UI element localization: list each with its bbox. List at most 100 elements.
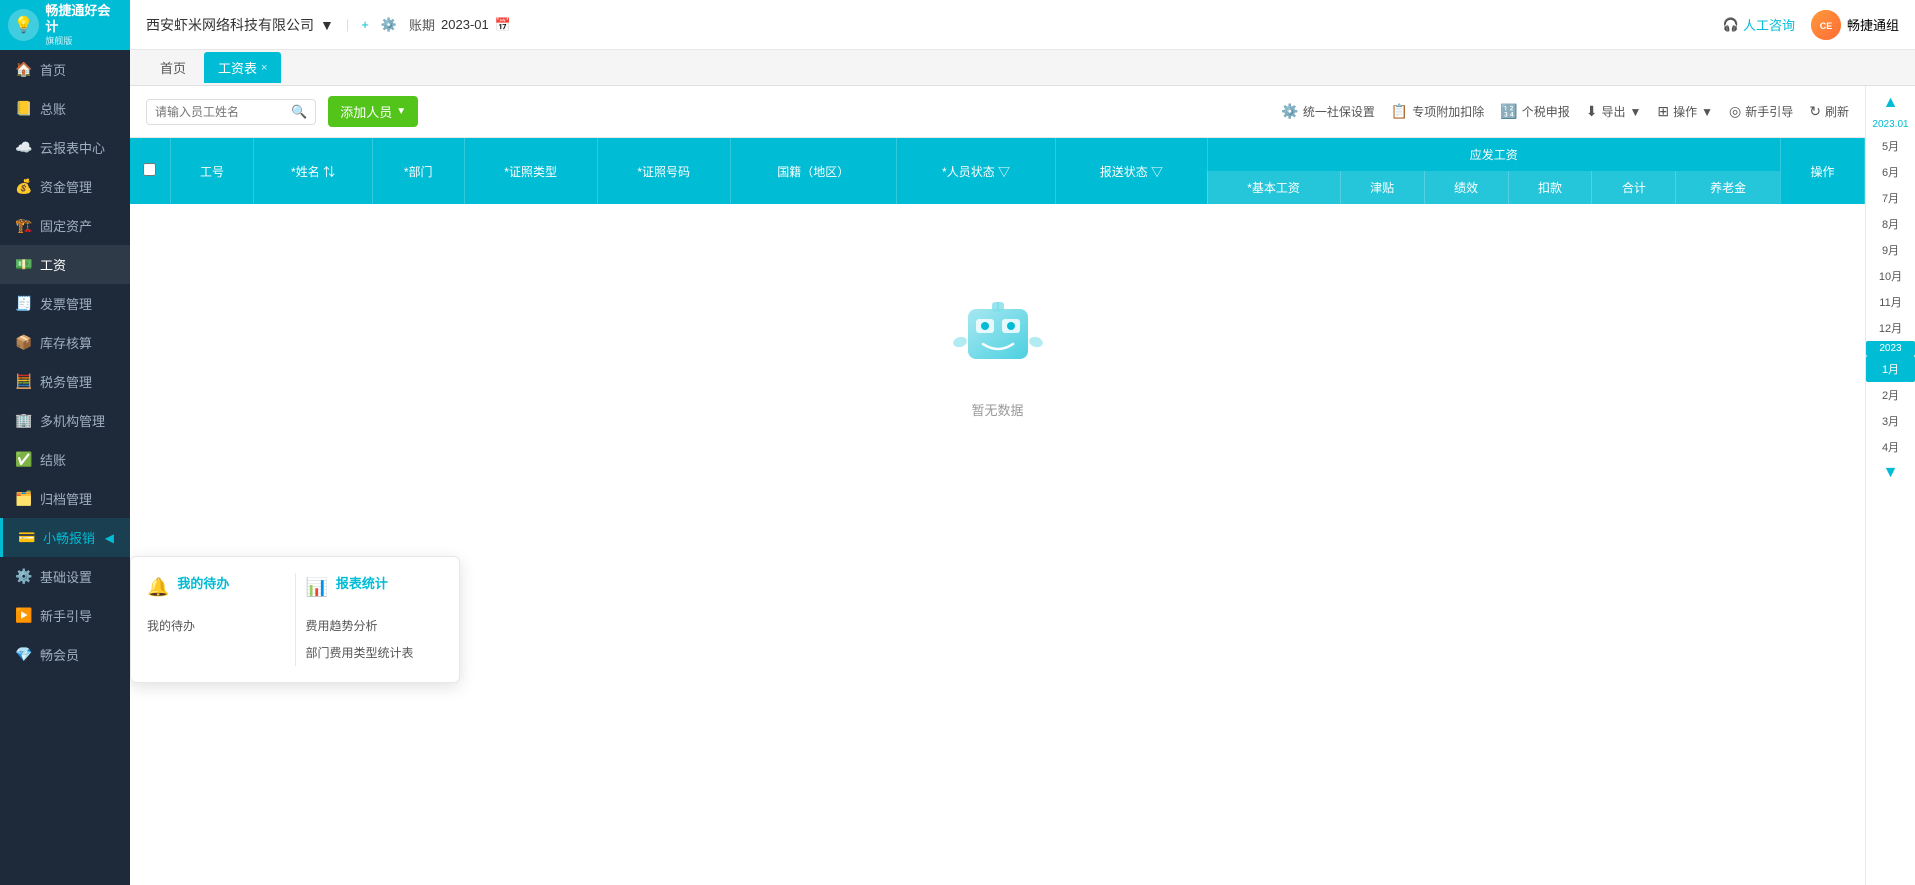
app-edition: 旗舰版 [45, 34, 122, 47]
select-all-checkbox[interactable] [143, 163, 156, 176]
tab-salary[interactable]: 工资表 × [204, 52, 281, 83]
guide-nav-icon: ◎ [1729, 103, 1741, 120]
year-display: 2023.01 [1870, 116, 1910, 133]
toolbar-actions: ⚙️ 统一社保设置 📋 专项附加扣除 🔢 个税申报 ⬇ 导出 ▼ [1281, 103, 1849, 120]
month-12[interactable]: 12月 [1866, 315, 1915, 341]
month-3[interactable]: 3月 [1866, 408, 1915, 434]
add-person-button[interactable]: 添加人员 ▼ [328, 96, 418, 127]
popup-col-todo: 🔔 我的待办 我的待办 [147, 573, 285, 666]
employee-table: 工号 *姓名 ⇅ *部门 *证照类型 *证照号码 国籍（地区） *人员状态 ▽ … [130, 138, 1865, 204]
special-deduction-btn[interactable]: 📋 专项附加扣除 [1391, 103, 1484, 120]
sidebar-item-archive[interactable]: 🗂️ 归档管理 [0, 479, 130, 518]
sort-name-icon[interactable]: ⇅ [323, 165, 335, 179]
popup-item-dept-cost[interactable]: 部门费用类型统计表 [306, 639, 444, 666]
service-label: 人工咨询 [1743, 15, 1795, 34]
username: 畅捷通组 [1847, 15, 1899, 34]
filter-submit-icon[interactable]: ▽ [1151, 165, 1163, 179]
popup-vertical-divider [295, 573, 296, 666]
service-btn[interactable]: 🎧 人工咨询 [1723, 15, 1795, 34]
company-selector[interactable]: 西安虾米网络科技有限公司 ▼ [146, 15, 334, 35]
sidebar-item-member[interactable]: 💎 畅会员 [0, 635, 130, 674]
filter-status-icon[interactable]: ▽ [998, 165, 1010, 179]
export-btn[interactable]: ⬇ 导出 ▼ [1586, 103, 1642, 120]
tab-home[interactable]: 首页 [146, 52, 200, 83]
th-performance: 绩效 [1424, 171, 1508, 204]
sidebar-item-label: 畅会员 [40, 645, 79, 664]
add-company-btn[interactable]: + [361, 17, 369, 32]
refresh-btn[interactable]: ↻ 刷新 [1809, 103, 1849, 120]
tax-report-btn[interactable]: 🔢 个税申报 [1500, 103, 1569, 120]
app-name: 畅捷通好会计 [45, 3, 122, 34]
month-8[interactable]: 8月 [1866, 211, 1915, 237]
salary-icon: 💵 [16, 257, 32, 273]
th-dept: *部门 [372, 138, 464, 204]
month-10[interactable]: 10月 [1866, 263, 1915, 289]
month-2[interactable]: 2月 [1866, 382, 1915, 408]
user-profile[interactable]: CE 畅捷通组 [1811, 10, 1899, 40]
content-area: 🔍 添加人员 ▼ ⚙️ 统一社保设置 📋 专项附加扣除 [130, 86, 1915, 885]
social-security-btn[interactable]: ⚙️ 统一社保设置 [1281, 103, 1374, 120]
archive-icon: 🗂️ [16, 491, 32, 507]
sidebar: 💡 畅捷通好会计 旗舰版 🏠 首页 📒 总账 ☁️ 云报表中心 💰 资金管理 🏗… [0, 0, 130, 885]
settings-icon[interactable]: ⚙️ [381, 17, 397, 33]
salary-container: 🔍 添加人员 ▼ ⚙️ 统一社保设置 📋 专项附加扣除 [130, 86, 1865, 885]
search-input[interactable] [155, 105, 285, 119]
sidebar-item-cloud-report[interactable]: ☁️ 云报表中心 [0, 128, 130, 167]
th-name: *姓名 ⇅ [254, 138, 372, 204]
topbar-divider: | [346, 17, 349, 32]
sidebar-item-ledger[interactable]: 📒 总账 [0, 89, 130, 128]
th-ops: 操作 [1780, 138, 1864, 204]
ledger-icon: 📒 [16, 101, 32, 117]
guide-label: 新手引导 [1745, 103, 1793, 120]
ops-btn[interactable]: ⊞ 操作 ▼ [1657, 103, 1713, 120]
empty-state: 暂无数据 [130, 204, 1865, 499]
guide-icon: ▶️ [16, 608, 32, 624]
todo-popup-icon: 🔔 [147, 577, 169, 598]
popup-col-reports: 📊 报表统计 费用趋势分析 部门费用类型统计表 [306, 573, 444, 666]
popup-item-my-todo[interactable]: 我的待办 [147, 612, 285, 639]
sidebar-item-tax[interactable]: 🧮 税务管理 [0, 362, 130, 401]
sidebar-item-salary[interactable]: 💵 工资 [0, 245, 130, 284]
sidebar-item-label: 小畅报销 [43, 528, 95, 547]
sidebar-item-home[interactable]: 🏠 首页 [0, 50, 130, 89]
sidebar-item-invoice[interactable]: 🧾 发票管理 [0, 284, 130, 323]
refresh-icon: ↻ [1809, 103, 1821, 120]
sidebar-item-label: 库存核算 [40, 333, 92, 352]
search-icon: 🔍 [291, 104, 307, 120]
inventory-icon: 📦 [16, 335, 32, 351]
month-5[interactable]: 5月 [1866, 133, 1915, 159]
month-nav-up[interactable]: ▲ [1879, 90, 1903, 116]
sidebar-item-label: 工资 [40, 255, 66, 274]
month-11[interactable]: 11月 [1866, 289, 1915, 315]
month-6[interactable]: 6月 [1866, 159, 1915, 185]
month-9[interactable]: 9月 [1866, 237, 1915, 263]
report-popup-icon: 📊 [306, 577, 328, 598]
month-1[interactable]: 1月 [1866, 356, 1915, 382]
sidebar-item-label: 首页 [40, 60, 66, 79]
sidebar-item-settings[interactable]: ⚙️ 基础设置 [0, 557, 130, 596]
sidebar-item-inventory[interactable]: 📦 库存核算 [0, 323, 130, 362]
month-7[interactable]: 7月 [1866, 185, 1915, 211]
sidebar-item-close-account[interactable]: ✅ 结账 [0, 440, 130, 479]
tabbar: 首页 工资表 × [130, 50, 1915, 86]
sidebar-item-assets[interactable]: 🏗️ 固定资产 [0, 206, 130, 245]
sidebar-item-multi-org[interactable]: 🏢 多机构管理 [0, 401, 130, 440]
period-label: 账期 [409, 15, 435, 34]
app-logo: 💡 畅捷通好会计 旗舰版 [0, 0, 130, 50]
assets-icon: 🏗️ [16, 218, 32, 234]
guide-btn[interactable]: ◎ 新手引导 [1729, 103, 1793, 120]
export-dropdown-icon: ▼ [1629, 105, 1641, 119]
company-dropdown-icon: ▼ [320, 17, 334, 33]
tab-home-label: 首页 [160, 58, 186, 77]
popup-item-cost-trend[interactable]: 费用趋势分析 [306, 612, 444, 639]
table-checkbox-header[interactable] [130, 138, 170, 204]
sidebar-item-expense[interactable]: 💳 小畅报销 ◀ [0, 518, 130, 557]
th-id-number: *证照号码 [597, 138, 730, 204]
month-4[interactable]: 4月 [1866, 434, 1915, 460]
tab-close-icon[interactable]: × [261, 62, 267, 74]
month-nav-down[interactable]: ▼ [1879, 460, 1903, 486]
sidebar-item-guide[interactable]: ▶️ 新手引导 [0, 596, 130, 635]
invoice-icon: 🧾 [16, 296, 32, 312]
sidebar-item-fund[interactable]: 💰 资金管理 [0, 167, 130, 206]
calendar-icon[interactable]: 📅 [495, 17, 511, 33]
